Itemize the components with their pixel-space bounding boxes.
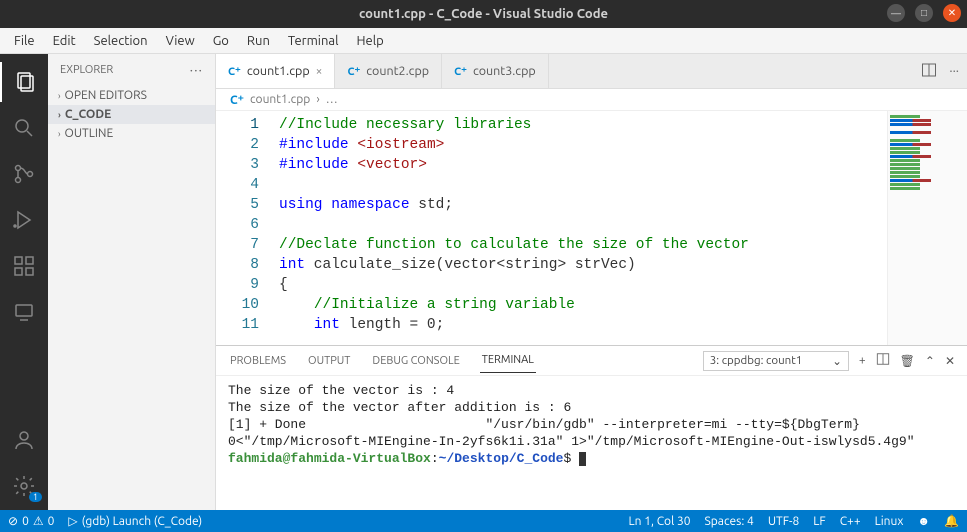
- code-editor[interactable]: //Include necessary libraries#include <i…: [271, 111, 887, 345]
- menu-view[interactable]: View: [158, 31, 203, 51]
- panel-maximize-icon[interactable]: ⌃: [925, 354, 935, 368]
- activity-settings-icon[interactable]: [0, 466, 48, 506]
- panel-tab-debug-console[interactable]: DEBUG CONSOLE: [370, 349, 461, 373]
- status-launch-config[interactable]: ▷ (gdb) Launch (C_Code): [68, 514, 202, 528]
- chevron-down-icon: ⌄: [832, 354, 842, 368]
- status-eol[interactable]: LF: [813, 515, 825, 528]
- window-minimize-button[interactable]: —: [887, 4, 905, 22]
- status-bar: ⊘ 0 ⚠ 0 ▷ (gdb) Launch (C_Code) Ln 1, Co…: [0, 510, 967, 532]
- window-title: count1.cpp - C_Code - Visual Studio Code: [359, 7, 608, 21]
- panel-tab-output[interactable]: OUTPUT: [306, 349, 352, 373]
- split-editor-icon[interactable]: [921, 62, 937, 81]
- new-terminal-icon[interactable]: +: [859, 354, 866, 367]
- status-encoding[interactable]: UTF-8: [768, 515, 799, 528]
- status-indent[interactable]: Spaces: 4: [705, 515, 754, 528]
- status-cursor-position[interactable]: Ln 1, Col 30: [629, 515, 691, 528]
- cpp-file-icon: C⁺: [230, 93, 244, 107]
- activity-extensions-icon[interactable]: [0, 246, 48, 286]
- menu-selection[interactable]: Selection: [86, 31, 156, 51]
- breadcrumb[interactable]: C⁺ count1.cpp › …: [216, 89, 967, 111]
- editor-more-icon[interactable]: ···: [949, 64, 959, 78]
- explorer-more-icon[interactable]: ···: [190, 62, 203, 78]
- menu-edit[interactable]: Edit: [45, 31, 84, 51]
- terminal-output[interactable]: The size of the vector is : 4The size of…: [216, 376, 967, 510]
- window-close-button[interactable]: ✕: [943, 4, 961, 22]
- terminal-cursor: [579, 452, 586, 466]
- status-language[interactable]: C++: [840, 515, 861, 528]
- line-number-gutter: 1234567891011: [216, 111, 271, 345]
- editor-tab-count2-cpp[interactable]: C⁺count2.cpp: [335, 54, 442, 88]
- editor-tab-bar: C⁺count1.cpp×C⁺count2.cppC⁺count3.cpp ··…: [216, 54, 967, 89]
- menu-file[interactable]: File: [6, 31, 43, 51]
- kill-terminal-icon[interactable]: 🗑: [900, 354, 915, 368]
- activity-remote-icon[interactable]: [0, 292, 48, 332]
- menu-bar: FileEditSelectionViewGoRunTerminalHelp: [0, 28, 967, 54]
- activity-explorer-icon[interactable]: [0, 62, 48, 102]
- window-titlebar: count1.cpp - C_Code - Visual Studio Code…: [0, 0, 967, 28]
- status-os[interactable]: Linux: [875, 515, 904, 528]
- editor-tab-count3-cpp[interactable]: C⁺count3.cpp: [442, 54, 549, 88]
- minimap[interactable]: [887, 111, 967, 345]
- explorer-section-c_code[interactable]: › C_CODE: [48, 105, 215, 124]
- status-feedback-icon[interactable]: ☻: [917, 514, 930, 528]
- explorer-sidebar: EXPLORER ··· › OPEN EDITORS› C_CODE› OUT…: [48, 54, 216, 510]
- activity-search-icon[interactable]: [0, 108, 48, 148]
- breadcrumb-file: count1.cpp: [250, 93, 310, 106]
- editor-tab-count1-cpp[interactable]: C⁺count1.cpp×: [216, 54, 335, 88]
- split-terminal-icon[interactable]: [876, 352, 890, 369]
- explorer-section-open-editors[interactable]: › OPEN EDITORS: [48, 86, 215, 105]
- menu-terminal[interactable]: Terminal: [280, 31, 347, 51]
- menu-go[interactable]: Go: [205, 31, 237, 51]
- panel-close-icon[interactable]: ✕: [945, 354, 955, 368]
- activity-bar: [0, 54, 48, 510]
- explorer-section-outline[interactable]: › OUTLINE: [48, 124, 215, 143]
- explorer-title: EXPLORER: [60, 64, 113, 76]
- status-errors[interactable]: ⊘ 0 ⚠ 0: [8, 514, 54, 528]
- bottom-panel: PROBLEMS OUTPUT DEBUG CONSOLE TERMINAL 3: c…: [216, 345, 967, 510]
- panel-tab-terminal[interactable]: TERMINAL: [480, 348, 536, 373]
- activity-run-icon[interactable]: [0, 200, 48, 240]
- activity-scm-icon[interactable]: [0, 154, 48, 194]
- window-maximize-button[interactable]: □: [915, 4, 933, 22]
- panel-tab-problems[interactable]: PROBLEMS: [228, 349, 288, 373]
- menu-help[interactable]: Help: [348, 31, 391, 51]
- activity-account-icon[interactable]: [0, 420, 48, 460]
- menu-run[interactable]: Run: [239, 31, 278, 51]
- tab-close-icon[interactable]: ×: [316, 65, 323, 78]
- status-notifications-icon[interactable]: 🔔: [944, 514, 959, 528]
- terminal-selector[interactable]: 3: cppdbg: count1 ⌄: [703, 351, 849, 371]
